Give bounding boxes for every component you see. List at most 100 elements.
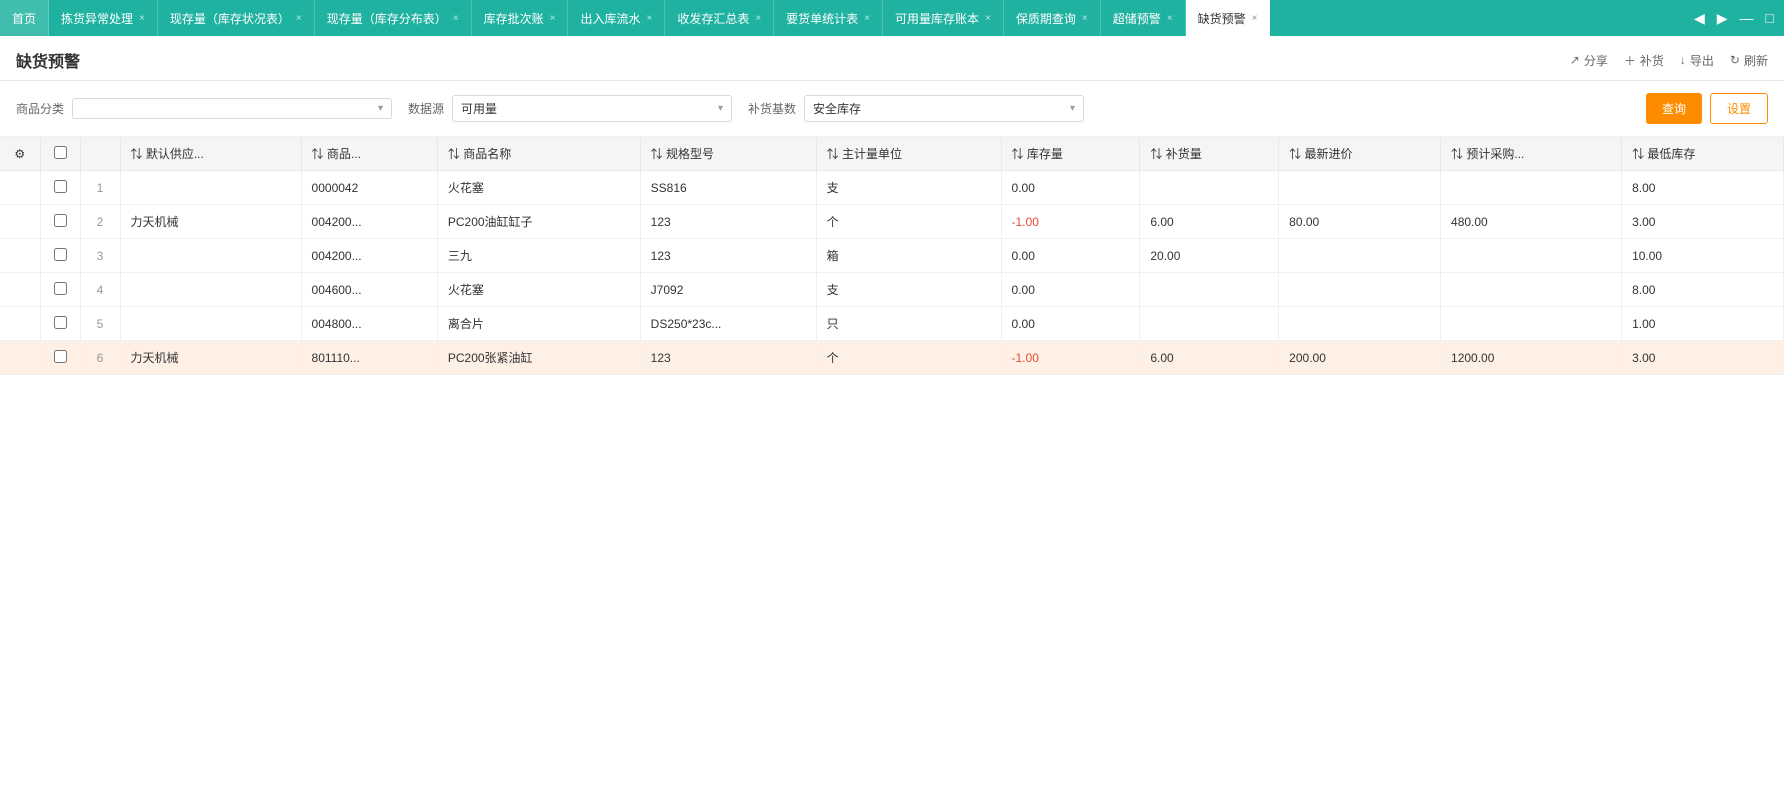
row-latest-price-0: [1279, 171, 1441, 205]
table-row: 4 004600... 火花塞 J7092 支 0.00 8.00: [0, 273, 1784, 307]
row-min-stock-2: 10.00: [1622, 239, 1784, 273]
datasource-filter-group: 数据源 可用量 ▾: [408, 95, 732, 122]
share-button[interactable]: ↗ 分享: [1570, 52, 1608, 69]
tab-maximize-button[interactable]: □: [1760, 6, 1780, 30]
row-stock-1: -1.00: [1001, 205, 1140, 239]
datasource-select[interactable]: 可用量 ▾: [452, 95, 732, 122]
tab-label-receipt: 收发存汇总表: [677, 10, 749, 27]
column-latest-price[interactable]: ⇅ 最新进价: [1279, 137, 1441, 171]
export-button[interactable]: ↓ 导出: [1680, 52, 1714, 69]
refresh-button[interactable]: ↻ 刷新: [1730, 52, 1768, 69]
tab-close-flow[interactable]: ×: [646, 13, 652, 24]
tab-batch-account[interactable]: 库存批次账×: [472, 0, 569, 36]
column-replenish[interactable]: ⇅ 补货量: [1140, 137, 1279, 171]
row-checkbox-0[interactable]: [54, 180, 67, 193]
row-latest-price-1: 80.00: [1279, 205, 1441, 239]
row-check-cell-5[interactable]: [40, 341, 80, 375]
tab-abnormal[interactable]: 拣货异常处理×: [49, 0, 158, 36]
row-check-cell-1[interactable]: [40, 205, 80, 239]
settings-button[interactable]: 设置: [1710, 93, 1768, 124]
replenish-select[interactable]: 安全库存 ▾: [804, 95, 1084, 122]
row-min-stock-5: 3.00: [1622, 341, 1784, 375]
row-check-cell-0[interactable]: [40, 171, 80, 205]
tab-expiry[interactable]: 保质期查询 ×: [1004, 0, 1101, 36]
row-estimated-0: [1441, 171, 1622, 205]
column-settings[interactable]: ⚙: [0, 137, 40, 171]
tab-close-batch-account[interactable]: ×: [550, 13, 556, 24]
column-min-stock[interactable]: ⇅ 最低库存: [1622, 137, 1784, 171]
row-checkbox-1[interactable]: [54, 214, 67, 227]
table-row: 2 力天机械 004200... PC200油缸缸子 123 个 -1.00 6…: [0, 205, 1784, 239]
tab-close-shortage[interactable]: ×: [1252, 13, 1258, 24]
row-checkbox-3[interactable]: [54, 282, 67, 295]
column-supplier[interactable]: ⇅ 默认供应...: [120, 137, 301, 171]
row-spec-0: SS816: [640, 171, 816, 205]
column-checkbox[interactable]: [40, 137, 80, 171]
tab-receipt[interactable]: 收发存汇总表 ×: [665, 0, 774, 36]
table-row: 6 力天机械 801110... PC200张紧油缸 123 个 -1.00 6…: [0, 341, 1784, 375]
row-stock-3: 0.00: [1001, 273, 1140, 307]
row-replenish-3: [1140, 273, 1279, 307]
tab-demand[interactable]: 要货单统计表 ×: [774, 0, 883, 36]
page-header: 缺货预警 ↗ 分享 ＋ 补货 ↓ 导出 ↻ 刷新: [0, 36, 1784, 81]
row-check-cell-3[interactable]: [40, 273, 80, 307]
row-estimated-3: [1441, 273, 1622, 307]
tab-flow[interactable]: 出入库流水×: [568, 0, 665, 36]
tab-stock-status[interactable]: 现存量（库存状况表）×: [158, 0, 315, 36]
tab-overstock[interactable]: 超储预警×: [1101, 0, 1186, 36]
export-icon: ↓: [1680, 53, 1686, 67]
tab-label-home: 首页: [12, 10, 36, 27]
row-check-cell-4[interactable]: [40, 307, 80, 341]
row-unit-2: 箱: [816, 239, 1001, 273]
tab-home[interactable]: 首页: [0, 0, 49, 36]
row-checkbox-4[interactable]: [54, 316, 67, 329]
row-num-4: 5: [80, 307, 120, 341]
row-goods-code-5: 801110...: [301, 341, 437, 375]
row-check-cell-2[interactable]: [40, 239, 80, 273]
tab-prev-button[interactable]: ◀: [1688, 6, 1711, 31]
row-goods-name-3: 火花塞: [437, 273, 640, 307]
query-button[interactable]: 查询: [1646, 93, 1702, 124]
tab-label-demand: 要货单统计表: [786, 10, 858, 27]
row-goods-name-2: 三九: [437, 239, 640, 273]
row-min-stock-4: 1.00: [1622, 307, 1784, 341]
row-num-1: 2: [80, 205, 120, 239]
tab-close-available[interactable]: ×: [985, 13, 991, 24]
tab-close-expiry[interactable]: ×: [1082, 13, 1088, 24]
tab-close-stock-dist[interactable]: ×: [453, 13, 459, 24]
tab-close-abnormal[interactable]: ×: [139, 13, 145, 24]
column-goods-code[interactable]: ⇅ 商品...: [301, 137, 437, 171]
row-spec-2: 123: [640, 239, 816, 273]
column-unit[interactable]: ⇅ 主计量单位: [816, 137, 1001, 171]
column-estimated[interactable]: ⇅ 预计采购...: [1441, 137, 1622, 171]
tab-available[interactable]: 可用量库存账本×: [883, 0, 1004, 36]
select-all-checkbox[interactable]: [54, 146, 67, 159]
tab-shortage[interactable]: 缺货预警×: [1186, 0, 1271, 36]
tab-minimize-button[interactable]: —: [1734, 6, 1760, 30]
table-row: 5 004800... 离合片 DS250*23c... 只 0.00 1.00: [0, 307, 1784, 341]
tab-close-demand[interactable]: ×: [864, 13, 870, 24]
row-estimated-1: 480.00: [1441, 205, 1622, 239]
tab-next-button[interactable]: ▶: [1711, 6, 1734, 31]
tab-close-overstock[interactable]: ×: [1167, 13, 1173, 24]
replenish-chevron-icon: ▾: [1070, 103, 1075, 114]
tab-stock-dist[interactable]: 现存量（库存分布表）×: [315, 0, 472, 36]
row-unit-0: 支: [816, 171, 1001, 205]
replenish-button[interactable]: ＋ 补货: [1624, 52, 1664, 69]
category-select[interactable]: ▾: [72, 98, 392, 119]
row-checkbox-2[interactable]: [54, 248, 67, 261]
row-latest-price-2: [1279, 239, 1441, 273]
row-supplier-2: [120, 239, 301, 273]
tab-close-stock-status[interactable]: ×: [296, 13, 302, 24]
column-stock[interactable]: ⇅ 库存量: [1001, 137, 1140, 171]
filter-actions: 查询 设置: [1646, 93, 1768, 124]
replenish-filter-group: 补货基数 安全库存 ▾: [748, 95, 1084, 122]
row-checkbox-5[interactable]: [54, 350, 67, 363]
row-goods-name-4: 离合片: [437, 307, 640, 341]
column-goods-name[interactable]: ⇅ 商品名称: [437, 137, 640, 171]
tab-label-expiry: 保质期查询: [1016, 10, 1076, 27]
tab-close-receipt[interactable]: ×: [755, 13, 761, 24]
share-icon: ↗: [1570, 53, 1580, 67]
column-spec[interactable]: ⇅ 规格型号: [640, 137, 816, 171]
page-title: 缺货预警: [16, 48, 1570, 72]
